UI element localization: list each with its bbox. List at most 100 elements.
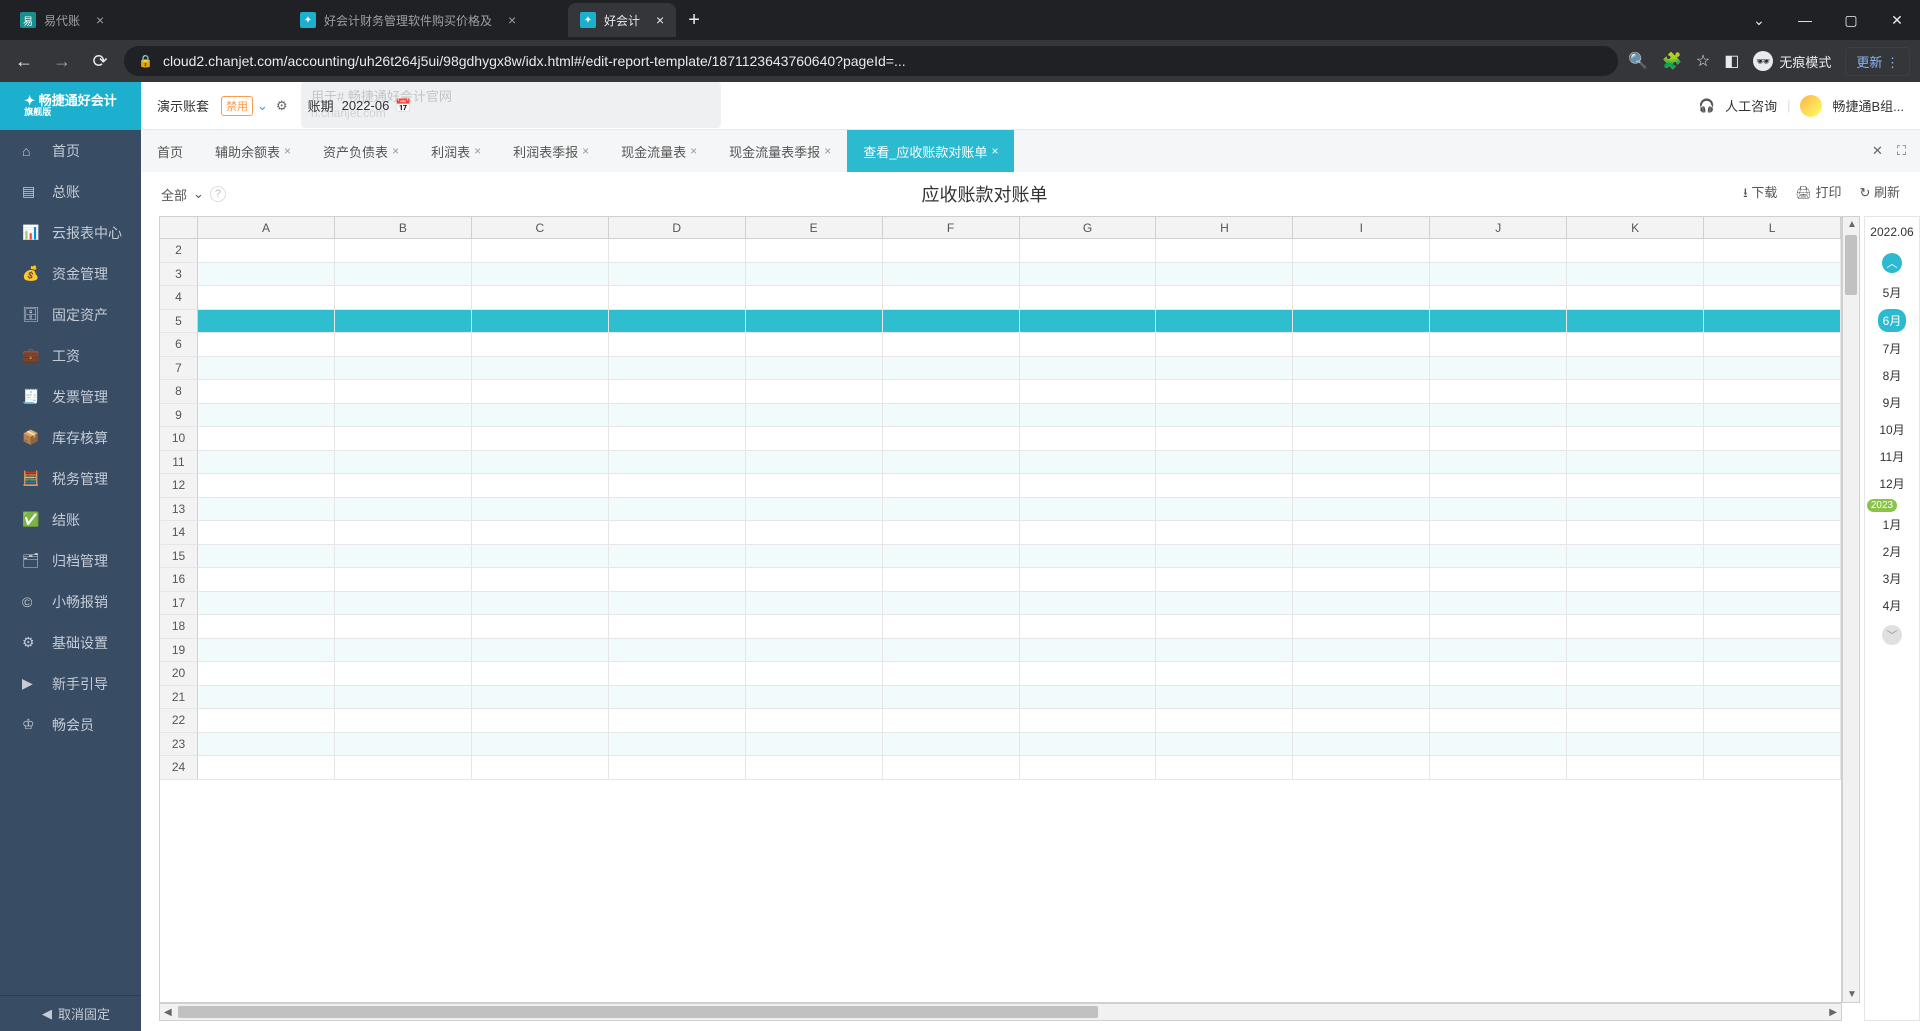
cell-G11[interactable] xyxy=(1020,451,1157,475)
cell-E12[interactable] xyxy=(746,474,883,498)
cell-J4[interactable] xyxy=(1430,286,1567,310)
cell-C24[interactable] xyxy=(472,756,609,780)
cell-L21[interactable] xyxy=(1704,686,1841,710)
cell-K14[interactable] xyxy=(1567,521,1704,545)
cell-B11[interactable] xyxy=(335,451,472,475)
cell-C13[interactable] xyxy=(472,498,609,522)
cell-C3[interactable] xyxy=(472,263,609,287)
cell-K8[interactable] xyxy=(1567,380,1704,404)
cell-D9[interactable] xyxy=(609,404,746,428)
cell-A13[interactable] xyxy=(198,498,335,522)
cell-C18[interactable] xyxy=(472,615,609,639)
cell-G19[interactable] xyxy=(1020,639,1157,663)
cell-C14[interactable] xyxy=(472,521,609,545)
cell-K6[interactable] xyxy=(1567,333,1704,357)
month-down-button[interactable]: ﹀ xyxy=(1882,625,1902,645)
cell-J5[interactable] xyxy=(1430,310,1567,334)
cell-D15[interactable] xyxy=(609,545,746,569)
cell-E20[interactable] xyxy=(746,662,883,686)
row-header-14[interactable]: 14 xyxy=(160,521,198,545)
forward-button[interactable]: → xyxy=(48,51,76,72)
cell-G7[interactable] xyxy=(1020,357,1157,381)
col-header-F[interactable]: F xyxy=(883,217,1020,238)
cell-H14[interactable] xyxy=(1156,521,1293,545)
cell-H3[interactable] xyxy=(1156,263,1293,287)
close-window-icon[interactable]: ✕ xyxy=(1874,12,1920,29)
cell-I11[interactable] xyxy=(1293,451,1430,475)
cell-F17[interactable] xyxy=(883,592,1020,616)
cell-D11[interactable] xyxy=(609,451,746,475)
row-header-13[interactable]: 13 xyxy=(160,498,198,522)
cell-D20[interactable] xyxy=(609,662,746,686)
row-header-16[interactable]: 16 xyxy=(160,568,198,592)
cell-E11[interactable] xyxy=(746,451,883,475)
cell-J6[interactable] xyxy=(1430,333,1567,357)
new-tab-button[interactable]: + xyxy=(676,9,712,32)
sidebar-item-setting[interactable]: ⚙基础设置 xyxy=(0,622,141,663)
filter-dropdown[interactable]: 全部 ⌄ ? xyxy=(161,185,226,204)
cell-K16[interactable] xyxy=(1567,568,1704,592)
cell-H2[interactable] xyxy=(1156,239,1293,263)
row-8[interactable]: 8 xyxy=(160,380,1841,404)
close-icon[interactable]: × xyxy=(284,144,291,158)
cell-G17[interactable] xyxy=(1020,592,1157,616)
cell-L14[interactable] xyxy=(1704,521,1841,545)
cell-A8[interactable] xyxy=(198,380,335,404)
row-header-7[interactable]: 7 xyxy=(160,357,198,381)
cell-H15[interactable] xyxy=(1156,545,1293,569)
row-header-22[interactable]: 22 xyxy=(160,709,198,733)
cell-K21[interactable] xyxy=(1567,686,1704,710)
cell-F3[interactable] xyxy=(883,263,1020,287)
cell-H12[interactable] xyxy=(1156,474,1293,498)
chevron-down-icon[interactable]: ⌄ xyxy=(1736,12,1782,29)
cell-F15[interactable] xyxy=(883,545,1020,569)
cell-E21[interactable] xyxy=(746,686,883,710)
cell-L7[interactable] xyxy=(1704,357,1841,381)
cell-E17[interactable] xyxy=(746,592,883,616)
cell-H17[interactable] xyxy=(1156,592,1293,616)
cell-E10[interactable] xyxy=(746,427,883,451)
cell-B8[interactable] xyxy=(335,380,472,404)
col-header-I[interactable]: I xyxy=(1293,217,1430,238)
app-logo[interactable]: ✦ 畅捷通好会计 旗舰版 xyxy=(0,82,141,130)
row-6[interactable]: 6 xyxy=(160,333,1841,357)
cell-G16[interactable] xyxy=(1020,568,1157,592)
cell-A18[interactable] xyxy=(198,615,335,639)
col-header-A[interactable]: A xyxy=(198,217,335,238)
cell-D2[interactable] xyxy=(609,239,746,263)
cell-J18[interactable] xyxy=(1430,615,1567,639)
sidebar-item-asset[interactable]: 🗄固定资产 xyxy=(0,294,141,335)
cell-A11[interactable] xyxy=(198,451,335,475)
browser-tab-1[interactable]: 易 易代账 × xyxy=(8,3,288,37)
col-header-K[interactable]: K xyxy=(1567,217,1704,238)
horizontal-scrollbar[interactable]: ◀ ▶ xyxy=(159,1003,1842,1021)
cell-H21[interactable] xyxy=(1156,686,1293,710)
cell-A24[interactable] xyxy=(198,756,335,780)
cell-D16[interactable] xyxy=(609,568,746,592)
cell-B16[interactable] xyxy=(335,568,472,592)
sidebar-item-report[interactable]: 📊云报表中心 xyxy=(0,212,141,253)
col-header-C[interactable]: C xyxy=(472,217,609,238)
cell-F8[interactable] xyxy=(883,380,1020,404)
col-header-E[interactable]: E xyxy=(746,217,883,238)
cell-E19[interactable] xyxy=(746,639,883,663)
cell-G9[interactable] xyxy=(1020,404,1157,428)
cell-C19[interactable] xyxy=(472,639,609,663)
row-header-2[interactable]: 2 xyxy=(160,239,198,263)
cell-F16[interactable] xyxy=(883,568,1020,592)
close-all-tabs-icon[interactable]: ✕ xyxy=(1872,143,1883,159)
col-header-L[interactable]: L xyxy=(1704,217,1841,238)
cell-F2[interactable] xyxy=(883,239,1020,263)
cell-E18[interactable] xyxy=(746,615,883,639)
close-icon[interactable]: × xyxy=(824,144,831,158)
cell-E4[interactable] xyxy=(746,286,883,310)
cell-A19[interactable] xyxy=(198,639,335,663)
cell-A22[interactable] xyxy=(198,709,335,733)
cell-D18[interactable] xyxy=(609,615,746,639)
browser-tab-2[interactable]: ✦ 好会计财务管理软件购买价格及 × xyxy=(288,3,568,37)
cell-G20[interactable] xyxy=(1020,662,1157,686)
close-icon[interactable]: × xyxy=(991,144,998,158)
cell-L16[interactable] xyxy=(1704,568,1841,592)
cell-E23[interactable] xyxy=(746,733,883,757)
row-15[interactable]: 15 xyxy=(160,545,1841,569)
